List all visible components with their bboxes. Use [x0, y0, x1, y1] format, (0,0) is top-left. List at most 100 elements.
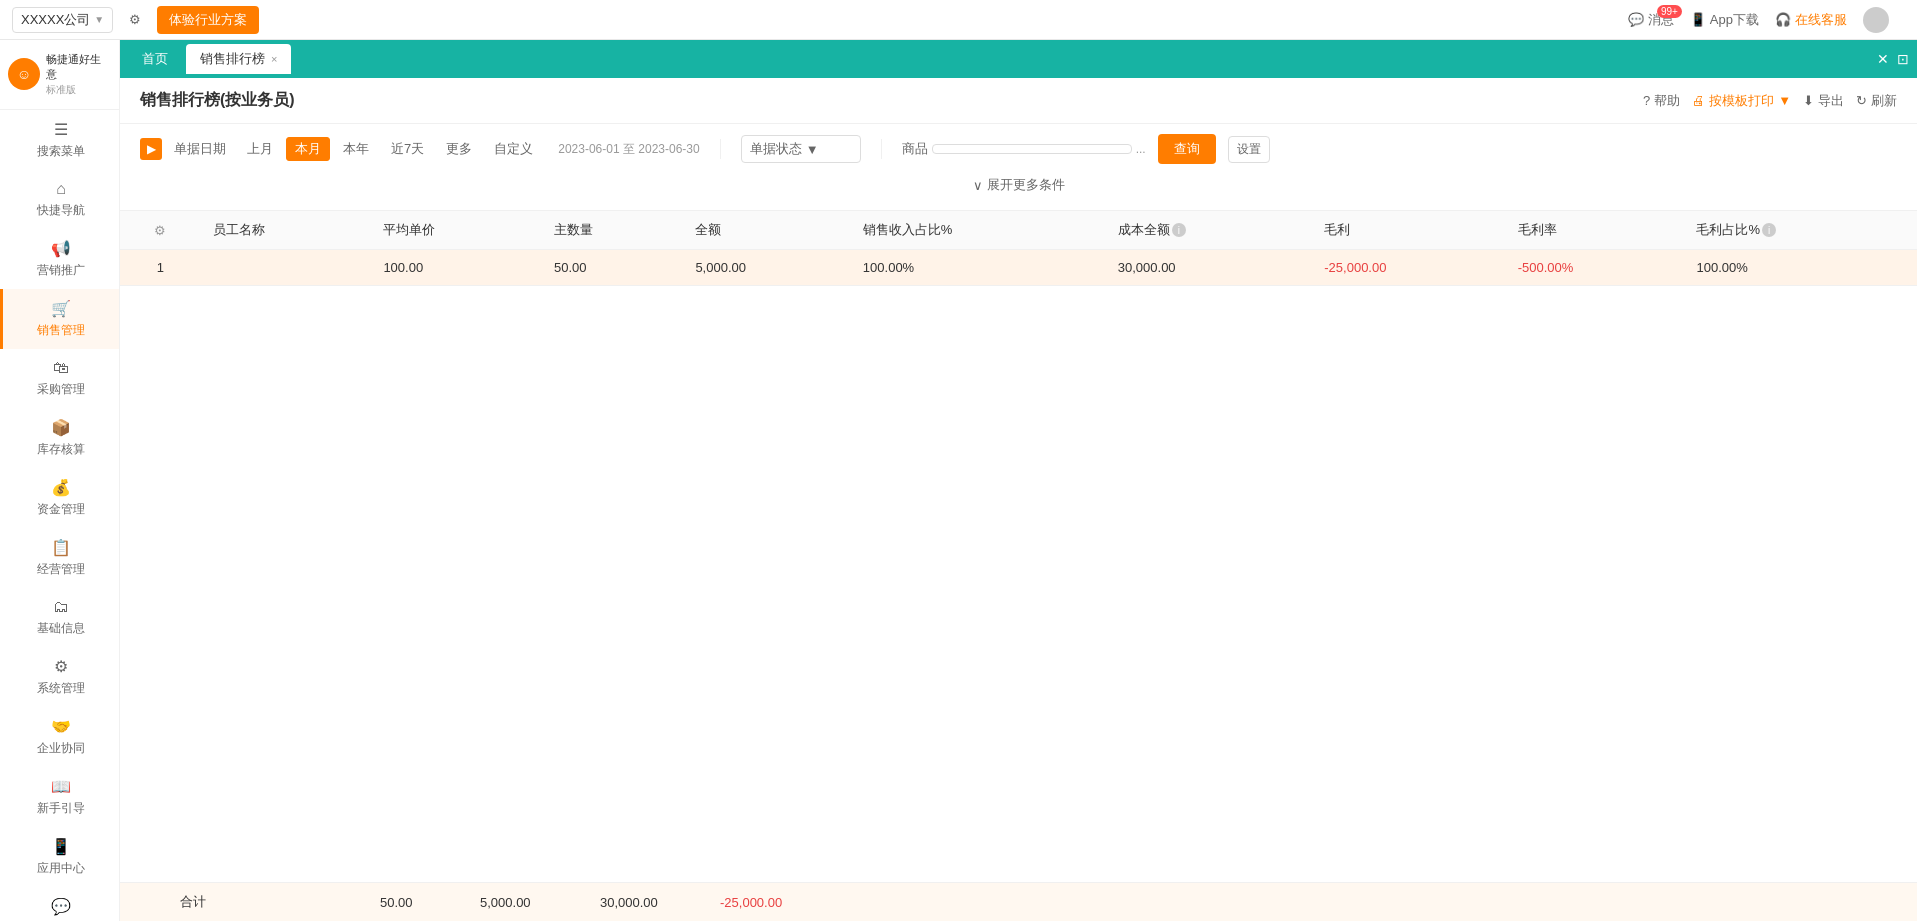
date-btn-7days[interactable]: 近7天 — [382, 137, 433, 161]
tab-sales-rank[interactable]: 销售排行榜 × — [186, 44, 291, 74]
sidebar-item-quick-nav[interactable]: ⌂ 快捷导航 — [0, 170, 119, 229]
weixin-icon: 💬 — [51, 897, 71, 916]
cell-rank: 1 — [120, 250, 201, 286]
tab-bar-right: ✕ ⊡ — [1877, 51, 1909, 67]
settings-link[interactable]: 设置 — [1228, 136, 1270, 163]
sidebar-item-marketing[interactable]: 📢 营销推广 — [0, 229, 119, 289]
cell-sales-ratio: 100.00% — [851, 250, 1106, 286]
purchase-icon: 🛍 — [53, 359, 69, 377]
sidebar: ☺ 畅捷通好生意 标准版 ☰ 搜索菜单 ⌂ 快捷导航 📢 营销推广 🛒 销售管理… — [0, 40, 120, 921]
date-btn-prev-month[interactable]: 上月 — [238, 137, 282, 161]
date-btn-this-year[interactable]: 本年 — [334, 137, 378, 161]
cell-name — [201, 250, 372, 286]
trial-btn[interactable]: 体验行业方案 — [157, 6, 259, 34]
gross-ratio-header: 毛利占比% i — [1696, 221, 1776, 239]
expand-more-btn[interactable]: ∨ 展开更多条件 — [967, 170, 1071, 200]
refresh-btn[interactable]: ↻ 刷新 — [1856, 92, 1897, 110]
expand-icon: ∨ — [973, 178, 983, 193]
system-icon: ⚙ — [54, 657, 68, 676]
tab-expand-icon[interactable]: ⊡ — [1897, 51, 1909, 67]
status-select[interactable]: 单据状态 ▼ — [741, 135, 861, 163]
tab-home[interactable]: 首页 — [128, 44, 182, 74]
table-header: ⚙ 员工名称 平均单价 主数量 全额 销售收入占比% 成本全额 i — [120, 211, 1917, 250]
marketing-icon: 📢 — [51, 239, 71, 258]
expand-label: 展开更多条件 — [987, 176, 1065, 194]
logo-sub: 标准版 — [46, 83, 111, 97]
help-label: 帮助 — [1654, 92, 1680, 110]
sidebar-item-guide[interactable]: 📖 新手引导 — [0, 767, 119, 827]
sidebar-label-system: 系统管理 — [37, 680, 85, 697]
th-gross: 毛利 — [1312, 211, 1505, 250]
sidebar-item-weixin[interactable]: 💬 企业微信 — [0, 887, 119, 921]
sidebar-label-funds: 资金管理 — [37, 501, 85, 518]
app-center-icon: 📱 — [51, 837, 71, 856]
goods-input[interactable] — [932, 144, 1132, 154]
filter-toggle-btn[interactable]: ▶ — [140, 138, 162, 160]
sidebar-label-search: 搜索菜单 — [37, 143, 85, 160]
company-selector[interactable]: XXXXX公司 ▼ — [12, 7, 113, 33]
th-sales-ratio: 销售收入占比% — [851, 211, 1106, 250]
th-cost: 成本全额 i — [1106, 211, 1313, 250]
footer-total-label: 合计 — [180, 893, 380, 911]
export-btn[interactable]: ⬇ 导出 — [1803, 92, 1844, 110]
header-actions: ? 帮助 🖨 按模板打印 ▼ ⬇ 导出 ↻ 刷新 — [1643, 92, 1897, 110]
footer-gross: -25,000.00 — [720, 895, 840, 910]
logo-area: ☺ 畅捷通好生意 标准版 — [0, 40, 119, 110]
export-icon: ⬇ — [1803, 93, 1814, 108]
tab-bar: 首页 销售排行榜 × ✕ ⊡ — [120, 40, 1917, 78]
settings-icon[interactable]: ⚙ — [121, 6, 149, 34]
table-footer: 合计 50.00 5,000.00 30,000.00 -25,000.00 — [120, 882, 1917, 921]
company-name: XXXXX公司 — [21, 11, 90, 29]
guide-icon: 📖 — [51, 777, 71, 796]
chevron-down-icon: ▼ — [94, 14, 104, 25]
sidebar-item-enterprise[interactable]: 🤝 企业协同 — [0, 707, 119, 767]
page-content: 销售排行榜(按业务员) ? 帮助 🖨 按模板打印 ▼ ⬇ 导出 — [120, 78, 1917, 921]
inventory-icon: 📦 — [51, 418, 71, 437]
export-label: 导出 — [1818, 92, 1844, 110]
message-btn[interactable]: 💬 消息 99+ — [1628, 11, 1674, 29]
gross-ratio-info-icon[interactable]: i — [1762, 223, 1776, 237]
page-title: 销售排行榜(按业务员) — [140, 90, 295, 111]
cost-info-icon[interactable]: i — [1172, 223, 1186, 237]
sidebar-item-purchase[interactable]: 🛍 采购管理 — [0, 349, 119, 408]
help-icon: ? — [1643, 93, 1650, 108]
sales-icon: 🛒 — [51, 299, 71, 318]
app-icon: 📱 — [1690, 12, 1706, 27]
sidebar-item-funds[interactable]: 💰 资金管理 — [0, 468, 119, 528]
sidebar-label-quick: 快捷导航 — [37, 202, 85, 219]
print-btn[interactable]: 🖨 按模板打印 ▼ — [1692, 92, 1791, 110]
message-icon: 💬 — [1628, 12, 1644, 27]
app-download-btn[interactable]: 📱 App下载 — [1690, 11, 1759, 29]
cell-avg-price: 100.00 — [371, 250, 542, 286]
th-name: 员工名称 — [201, 211, 372, 250]
print-icon: 🖨 — [1692, 93, 1705, 108]
tab-close-icon[interactable]: × — [271, 53, 277, 65]
th-settings[interactable]: ⚙ — [120, 211, 201, 250]
sidebar-item-basic-info[interactable]: 🗂 基础信息 — [0, 588, 119, 647]
page-header: 销售排行榜(按业务员) ? 帮助 🖨 按模板打印 ▼ ⬇ 导出 — [120, 78, 1917, 124]
avatar[interactable] — [1863, 7, 1889, 33]
table-body: 1 100.00 50.00 5,000.00 100.00% 30,000.0… — [120, 250, 1917, 286]
tab-close-all-icon[interactable]: ✕ — [1877, 51, 1889, 67]
status-chevron-icon: ▼ — [806, 142, 819, 157]
more-btn[interactable]: ... — [1136, 142, 1146, 156]
app-download-label: App下载 — [1710, 11, 1759, 29]
cell-gross-ratio: 100.00% — [1684, 250, 1917, 286]
sidebar-item-app-center[interactable]: 📱 应用中心 — [0, 827, 119, 887]
online-service-btn[interactable]: 🎧 在线客服 — [1775, 11, 1847, 29]
date-btn-custom[interactable]: 自定义 — [485, 137, 542, 161]
date-btn-this-month[interactable]: 本月 — [286, 137, 330, 161]
sidebar-item-system[interactable]: ⚙ 系统管理 — [0, 647, 119, 707]
sidebar-item-inventory[interactable]: 📦 库存核算 — [0, 408, 119, 468]
sidebar-item-operations[interactable]: 📋 经营管理 — [0, 528, 119, 588]
help-btn[interactable]: ? 帮助 — [1643, 92, 1680, 110]
logo-icon: ☺ — [8, 58, 40, 90]
content-area: 首页 销售排行榜 × ✕ ⊡ 销售排行榜(按业务员) ? 帮助 — [120, 40, 1917, 921]
query-btn[interactable]: 查询 — [1158, 134, 1216, 164]
sidebar-item-sales[interactable]: 🛒 销售管理 — [0, 289, 119, 349]
column-settings-icon[interactable]: ⚙ — [154, 223, 166, 238]
sidebar-item-search-order[interactable]: ☰ 搜索菜单 — [0, 110, 119, 170]
date-btn-more[interactable]: 更多 — [437, 137, 481, 161]
refresh-label: 刷新 — [1871, 92, 1897, 110]
filter-row: ▶ 单据日期 上月 本月 本年 近7天 更多 自定义 2023-06-01 至 … — [140, 134, 1897, 164]
